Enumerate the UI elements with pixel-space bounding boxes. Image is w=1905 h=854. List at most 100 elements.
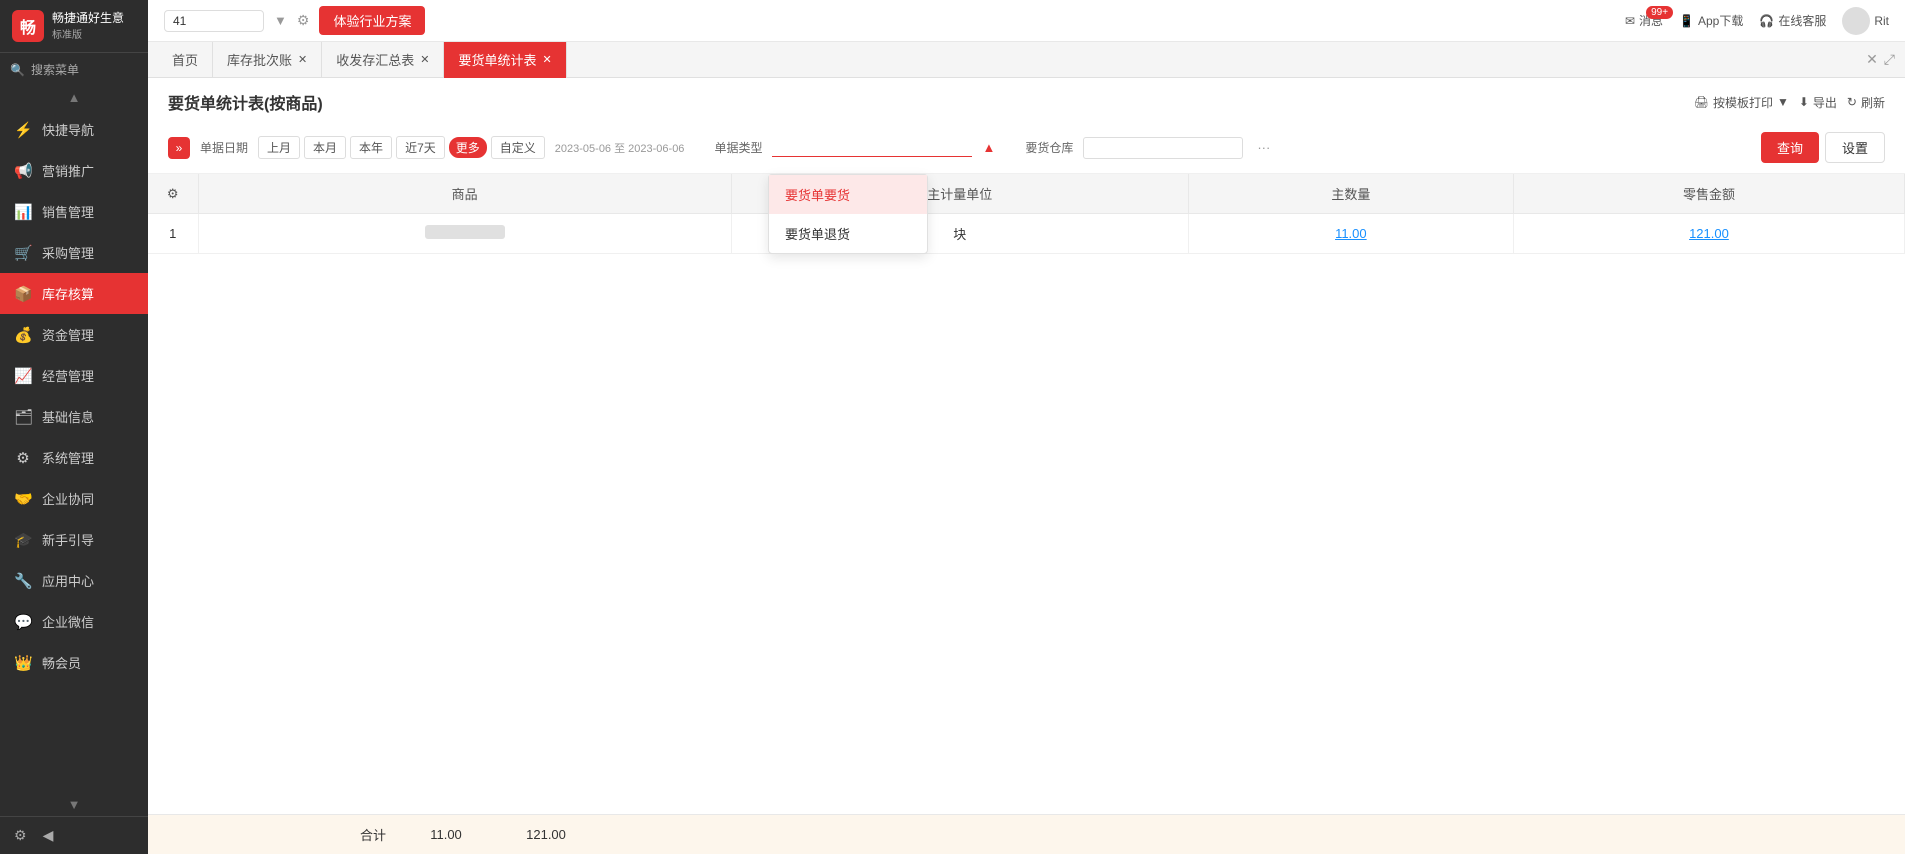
sidebar-item-wechat[interactable]: 💬 企业微信 [0, 601, 148, 642]
settings-bottom-icon[interactable]: ⚙ [14, 827, 27, 844]
sidebar-logo: 畅 畅捷通好生意 标准版 [0, 0, 148, 53]
refresh-btn[interactable]: ↻ 刷新 [1847, 94, 1885, 111]
message-badge: 99+ [1646, 6, 1673, 19]
page-actions: 🖨 按模板打印 ▼ ⬇ 导出 ↻ 刷新 [1694, 94, 1885, 111]
sidebar-item-system[interactable]: ⚙ 系统管理 [0, 437, 148, 478]
settings-icon[interactable]: ⚙ [167, 186, 179, 201]
date-btn-this-year[interactable]: 本年 [350, 136, 392, 159]
date-range: 2023-05-06 至 2023-06-06 [555, 140, 685, 156]
sidebar-scroll-up[interactable]: ▲ [0, 86, 148, 109]
chart-icon: 📊 [14, 203, 32, 221]
amount-link[interactable]: 121.00 [1689, 226, 1729, 241]
box-icon: 📦 [14, 285, 32, 303]
td-quantity: 11.00 [1188, 214, 1513, 254]
logo-name: 畅捷通好生意 [52, 11, 124, 27]
trend-icon: 📈 [14, 367, 32, 385]
sidebar-search-label: 搜索菜单 [31, 61, 79, 78]
user-item[interactable]: Rit [1842, 7, 1889, 35]
tab-order-summary-close[interactable]: ✕ [543, 53, 552, 66]
tab-order-summary[interactable]: 要货单统计表 ✕ [444, 42, 566, 78]
sidebar-item-marketing[interactable]: 📢 营销推广 [0, 150, 148, 191]
sidebar-item-inventory[interactable]: 📦 库存核算 [0, 273, 148, 314]
sidebar-search[interactable]: 🔍 搜索菜单 [0, 53, 148, 86]
sidebar-item-label: 快捷导航 [42, 120, 94, 139]
wechat-icon: 💬 [14, 613, 32, 631]
sidebar-item-finance[interactable]: 💰 资金管理 [0, 314, 148, 355]
td-amount: 121.00 [1513, 214, 1904, 254]
app-download-item[interactable]: 📱 App下载 [1679, 12, 1743, 29]
lightning-icon: ⚡ [14, 121, 32, 139]
print-btn[interactable]: 🖨 按模板打印 ▼ [1694, 94, 1789, 111]
crown-icon: 👑 [14, 654, 32, 672]
date-btn-last-month[interactable]: 上月 [258, 136, 300, 159]
td-num: 1 [148, 214, 198, 254]
tab-home[interactable]: 首页 [158, 42, 213, 78]
product-placeholder [425, 225, 505, 239]
sidebar-item-appstore[interactable]: 🔧 应用中心 [0, 560, 148, 601]
settings-btn[interactable]: 设置 [1825, 132, 1885, 163]
tab-receive-summary-close[interactable]: ✕ [420, 53, 429, 66]
warehouse-label: 要货仓库 [1025, 139, 1073, 156]
tab-order-summary-label: 要货单统计表 [458, 50, 536, 69]
dropdown-item-order-delivery[interactable]: 要货单要货 [769, 175, 927, 214]
sidebar-item-basic[interactable]: 🗂 基础信息 [0, 396, 148, 437]
trial-btn[interactable]: 体验行业方案 [319, 6, 425, 35]
filter-expand-btn[interactable]: » [168, 137, 190, 159]
sidebar-scroll-down[interactable]: ▼ [0, 793, 148, 816]
th-settings[interactable]: ⚙ [148, 174, 198, 214]
header-gear-icon[interactable]: ⚙ [297, 12, 310, 29]
folder-icon: 🗂 [14, 408, 32, 426]
sidebar-item-member[interactable]: 👑 畅会员 [0, 642, 148, 683]
export-icon: ⬇ [1799, 95, 1809, 109]
money-icon: 💰 [14, 326, 32, 344]
table-footer: 合计 11.00 121.00 [148, 814, 1905, 854]
header-left: ▼ ⚙ 体验行业方案 [164, 6, 425, 35]
sidebar-item-guide[interactable]: 🎓 新手引导 [0, 519, 148, 560]
sidebar-item-collab[interactable]: 🤝 企业协同 [0, 478, 148, 519]
tab-receive-summary[interactable]: 收发存汇总表 ✕ [322, 42, 444, 78]
date-btn-this-month[interactable]: 本月 [304, 136, 346, 159]
phone-icon: 📱 [1679, 14, 1694, 28]
sidebar-item-quick-nav[interactable]: ⚡ 快捷导航 [0, 109, 148, 150]
type-label: 单据类型 [714, 139, 762, 156]
tab-receive-summary-label: 收发存汇总表 [336, 50, 414, 69]
filter-area: » 单据日期 上月 本月 本年 近7天 更多 自定义 2023-05-06 至 … [148, 122, 1905, 174]
query-btn[interactable]: 查询 [1761, 132, 1819, 163]
sidebar-item-sales[interactable]: 📊 销售管理 [0, 191, 148, 232]
date-btn-more[interactable]: 更多 [449, 137, 487, 158]
quantity-link[interactable]: 11.00 [1335, 226, 1367, 241]
date-label: 单据日期 [200, 139, 248, 156]
filter-more-icon[interactable]: ··· [1257, 140, 1270, 155]
warehouse-input[interactable] [1083, 137, 1243, 159]
dropdown-item-order-return[interactable]: 要货单退货 [769, 214, 927, 253]
export-label: 导出 [1813, 94, 1837, 111]
collapse-icon[interactable]: ◀ [43, 827, 54, 844]
date-btn-7days[interactable]: 近7天 [396, 136, 445, 159]
num-input[interactable] [164, 10, 264, 32]
tab-close-all-icon[interactable]: ✕ [1866, 51, 1878, 68]
sidebar-item-label: 新手引导 [42, 530, 94, 549]
footer-label: 合计 [160, 825, 386, 844]
export-btn[interactable]: ⬇ 导出 [1799, 94, 1837, 111]
cart-icon: 🛒 [14, 244, 32, 262]
sidebar-item-label: 营销推广 [42, 161, 94, 180]
tab-expand-icon[interactable]: ⤢ [1884, 51, 1895, 68]
tab-inventory-batch[interactable]: 库存批次账 ✕ [213, 42, 322, 78]
sidebar-item-label: 企业微信 [42, 612, 94, 631]
type-input[interactable] [772, 138, 972, 157]
service-item[interactable]: 🎧 在线客服 [1759, 12, 1826, 29]
tabs-right: ✕ ⤢ [1866, 51, 1895, 68]
app-icon: 🔧 [14, 572, 32, 590]
sidebar-item-label: 资金管理 [42, 325, 94, 344]
date-btn-custom[interactable]: 自定义 [491, 136, 545, 159]
header-right: ✉ 消息 99+ 📱 App下载 🎧 在线客服 Rit [1625, 7, 1889, 35]
tabs-bar: 首页 库存批次账 ✕ 收发存汇总表 ✕ 要货单统计表 ✕ ✕ ⤢ [148, 42, 1905, 78]
tab-inventory-batch-close[interactable]: ✕ [298, 53, 307, 66]
sidebar-item-business[interactable]: 📈 经营管理 [0, 355, 148, 396]
message-item[interactable]: ✉ 消息 99+ [1625, 12, 1663, 29]
chevron-down-icon[interactable]: ▼ [274, 13, 287, 28]
type-chevron-up-icon[interactable]: ▲ [982, 140, 995, 155]
sidebar-item-purchase[interactable]: 🛒 采购管理 [0, 232, 148, 273]
table-row: 1 块 11.00 121.00 [148, 214, 1905, 254]
logo-icon: 畅 [12, 10, 44, 42]
